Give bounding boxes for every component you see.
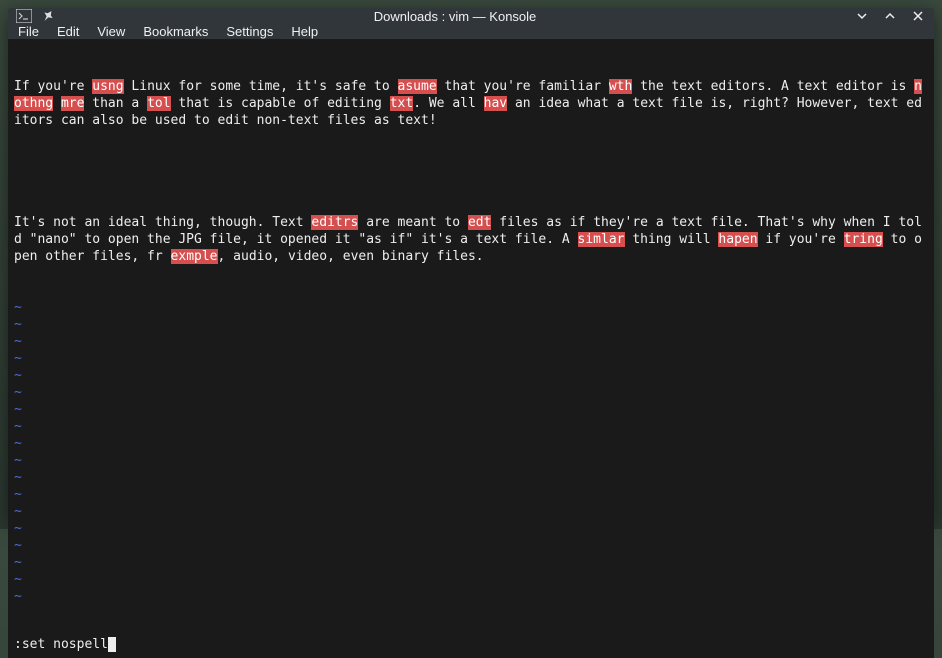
- titlebar: Downloads : vim — Konsole: [8, 8, 934, 24]
- spell-error: usng: [92, 79, 123, 94]
- window-controls: [854, 8, 926, 24]
- empty-lines: ~~~~~~~~~~~~~~~~~~: [14, 299, 928, 605]
- cursor: [108, 637, 116, 652]
- spell-error: asume: [398, 79, 437, 94]
- tilde-line: ~: [14, 537, 928, 554]
- spell-error: tol: [147, 96, 170, 111]
- menubar: File Edit View Bookmarks Settings Help: [8, 24, 934, 40]
- tilde-line: ~: [14, 316, 928, 333]
- spell-error: simlar: [578, 232, 625, 247]
- paragraph-2: It's not an ideal thing, though. Text ed…: [14, 214, 928, 265]
- menu-view[interactable]: View: [97, 24, 125, 39]
- close-button[interactable]: [910, 8, 926, 24]
- menu-help[interactable]: Help: [291, 24, 318, 39]
- spell-error: hapen: [718, 232, 757, 247]
- tilde-line: ~: [14, 367, 928, 384]
- tilde-line: ~: [14, 350, 928, 367]
- spell-error: edt: [468, 215, 491, 230]
- menu-edit[interactable]: Edit: [57, 24, 79, 39]
- tilde-line: ~: [14, 588, 928, 605]
- spell-error: txt: [390, 96, 413, 111]
- menu-settings[interactable]: Settings: [226, 24, 273, 39]
- menu-bookmarks[interactable]: Bookmarks: [143, 24, 208, 39]
- tilde-line: ~: [14, 435, 928, 452]
- konsole-window: Downloads : vim — Konsole File Edit View…: [8, 8, 934, 521]
- spell-error: hav: [484, 96, 507, 111]
- tilde-line: ~: [14, 486, 928, 503]
- terminal-icon: [16, 8, 32, 24]
- tilde-line: ~: [14, 503, 928, 520]
- tilde-line: ~: [14, 384, 928, 401]
- tilde-line: ~: [14, 554, 928, 571]
- tilde-line: ~: [14, 452, 928, 469]
- titlebar-left: [16, 8, 56, 24]
- spell-error: wth: [609, 79, 632, 94]
- menu-file[interactable]: File: [18, 24, 39, 39]
- spell-error: tring: [844, 232, 883, 247]
- maximize-button[interactable]: [882, 8, 898, 24]
- pin-icon[interactable]: [40, 8, 56, 24]
- tilde-line: ~: [14, 401, 928, 418]
- tilde-line: ~: [14, 571, 928, 588]
- spell-error: editrs: [311, 215, 358, 230]
- tilde-line: ~: [14, 333, 928, 350]
- paragraph-1: If you're usng Linux for some time, it's…: [14, 78, 928, 129]
- command-line[interactable]: :set nospell: [14, 636, 116, 653]
- terminal-viewport[interactable]: If you're usng Linux for some time, it's…: [8, 40, 934, 658]
- blank-line: [14, 163, 928, 180]
- minimize-button[interactable]: [854, 8, 870, 24]
- tilde-line: ~: [14, 299, 928, 316]
- spell-error: mre: [61, 96, 84, 111]
- tilde-line: ~: [14, 469, 928, 486]
- window-title: Downloads : vim — Konsole: [56, 9, 854, 24]
- spell-error: exmple: [171, 249, 218, 264]
- tilde-line: ~: [14, 418, 928, 435]
